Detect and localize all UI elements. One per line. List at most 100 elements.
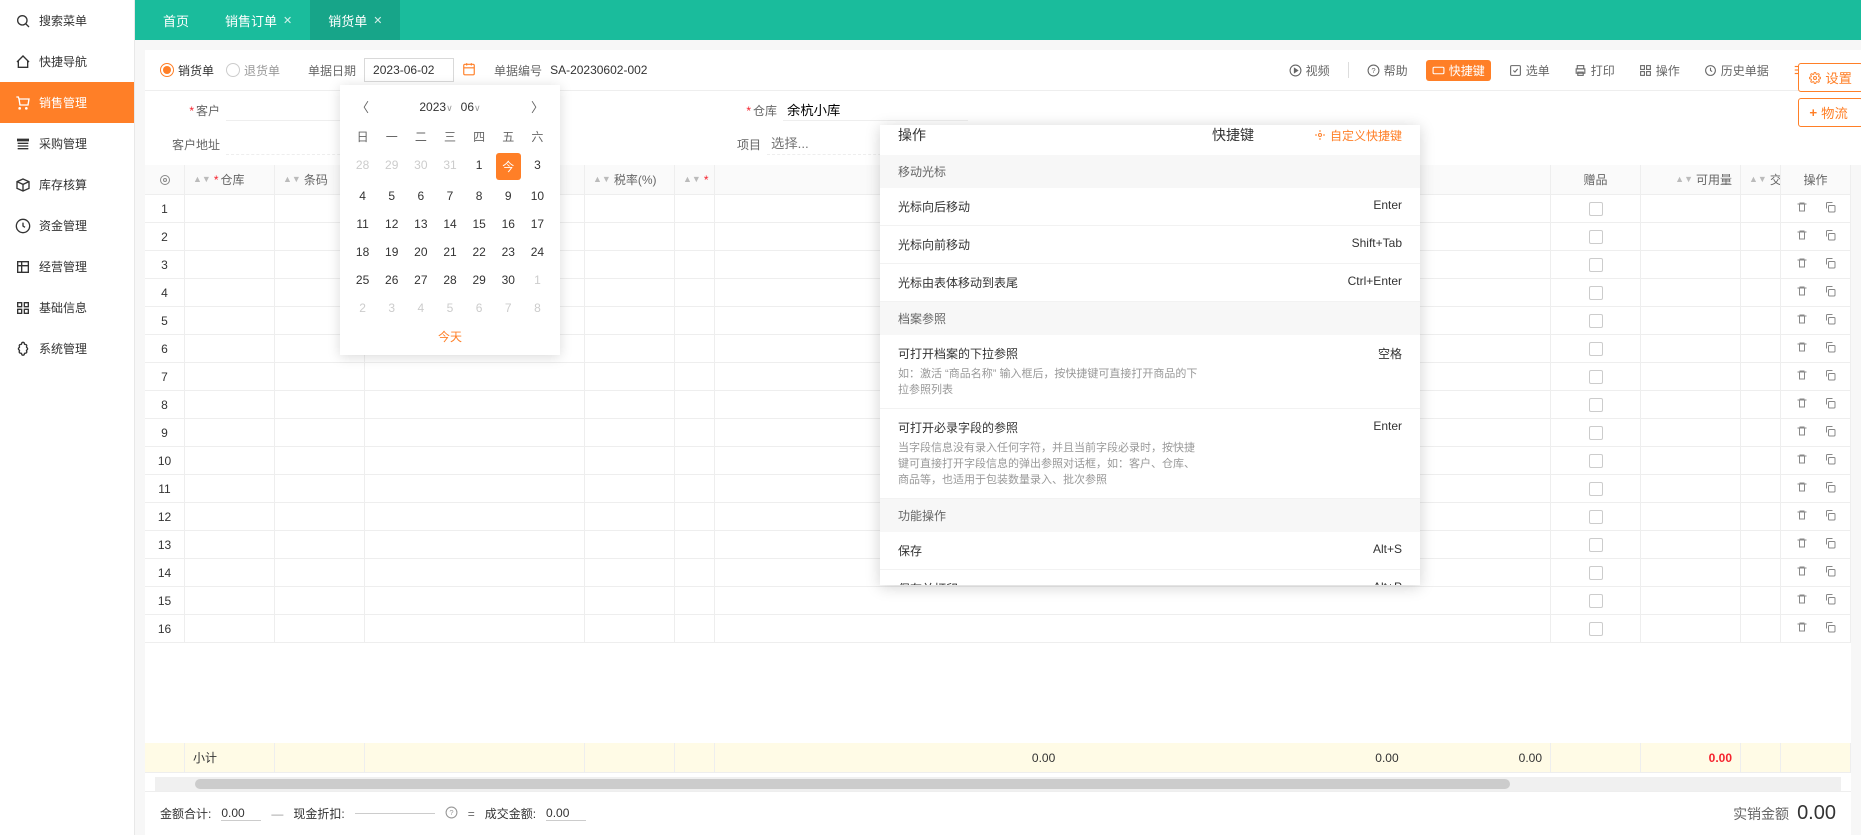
- checkbox[interactable]: [1589, 566, 1603, 580]
- cal-day[interactable]: 20: [408, 240, 433, 264]
- delete-icon[interactable]: [1792, 229, 1812, 244]
- sidebar-item-3[interactable]: 采购管理: [0, 123, 134, 164]
- copy-icon[interactable]: [1820, 257, 1840, 272]
- radio-return[interactable]: 退货单: [226, 62, 280, 79]
- copy-icon[interactable]: [1820, 341, 1840, 356]
- checkbox[interactable]: [1589, 398, 1603, 412]
- copy-icon[interactable]: [1820, 537, 1840, 552]
- sidebar-item-8[interactable]: 系统管理: [0, 328, 134, 369]
- print-button[interactable]: 打印: [1568, 60, 1621, 81]
- cal-day[interactable]: 9: [496, 184, 521, 208]
- delete-icon[interactable]: [1792, 621, 1812, 636]
- cal-day[interactable]: 23: [496, 240, 521, 264]
- delete-icon[interactable]: [1792, 537, 1812, 552]
- delete-icon[interactable]: [1792, 201, 1812, 216]
- cal-day[interactable]: 15: [467, 212, 492, 236]
- cal-day[interactable]: 30: [496, 268, 521, 292]
- tab-0[interactable]: 首页: [145, 0, 207, 40]
- delete-icon[interactable]: [1792, 425, 1812, 440]
- cal-day[interactable]: 17: [525, 212, 550, 236]
- cal-day[interactable]: 今: [496, 153, 521, 180]
- cal-day[interactable]: 3: [525, 153, 550, 180]
- shortcut-button[interactable]: 快捷键: [1426, 60, 1491, 81]
- delete-icon[interactable]: [1792, 313, 1812, 328]
- cal-day[interactable]: 31: [437, 153, 462, 180]
- logistics-button[interactable]: +物流: [1798, 98, 1861, 127]
- copy-icon[interactable]: [1820, 369, 1840, 384]
- sidebar-item-2[interactable]: 销售管理: [0, 82, 134, 123]
- h-scrollbar[interactable]: [155, 777, 1841, 791]
- checkbox[interactable]: [1589, 454, 1603, 468]
- copy-icon[interactable]: [1820, 481, 1840, 496]
- cal-day[interactable]: 16: [496, 212, 521, 236]
- sidebar-item-5[interactable]: 资金管理: [0, 205, 134, 246]
- cal-day[interactable]: 2: [350, 296, 375, 320]
- col-tax[interactable]: ▲▼税率(%): [585, 165, 675, 194]
- cal-day[interactable]: 4: [350, 184, 375, 208]
- delete-icon[interactable]: [1792, 257, 1812, 272]
- checkbox[interactable]: [1589, 258, 1603, 272]
- help-button[interactable]: ? 帮助: [1361, 60, 1414, 81]
- checkbox[interactable]: [1589, 342, 1603, 356]
- cal-day[interactable]: 18: [350, 240, 375, 264]
- cal-day[interactable]: 25: [350, 268, 375, 292]
- copy-icon[interactable]: [1820, 453, 1840, 468]
- video-button[interactable]: 视频: [1283, 60, 1336, 81]
- sidebar-item-7[interactable]: 基础信息: [0, 287, 134, 328]
- checkbox[interactable]: [1589, 538, 1603, 552]
- delete-icon[interactable]: [1792, 593, 1812, 608]
- cal-day[interactable]: 8: [467, 184, 492, 208]
- checkbox[interactable]: [1589, 202, 1603, 216]
- copy-icon[interactable]: [1820, 397, 1840, 412]
- cal-day[interactable]: 11: [350, 212, 375, 236]
- cal-day[interactable]: 22: [467, 240, 492, 264]
- checkbox[interactable]: [1589, 510, 1603, 524]
- cal-day[interactable]: 24: [525, 240, 550, 264]
- cal-day[interactable]: 14: [437, 212, 462, 236]
- checkbox[interactable]: [1589, 594, 1603, 608]
- cal-day[interactable]: 28: [437, 268, 462, 292]
- col-req1[interactable]: ▲▼*: [675, 165, 715, 194]
- history-button[interactable]: 历史单据: [1698, 60, 1775, 81]
- copy-icon[interactable]: [1820, 425, 1840, 440]
- cal-day[interactable]: 13: [408, 212, 433, 236]
- cal-day[interactable]: 21: [437, 240, 462, 264]
- settings-button[interactable]: 设置: [1798, 63, 1861, 92]
- cal-day[interactable]: 5: [437, 296, 462, 320]
- cal-day[interactable]: 7: [437, 184, 462, 208]
- warehouse-input[interactable]: [783, 99, 968, 121]
- cal-day[interactable]: 1: [525, 268, 550, 292]
- checkbox[interactable]: [1589, 622, 1603, 636]
- copy-icon[interactable]: [1820, 593, 1840, 608]
- cal-day[interactable]: 5: [379, 184, 404, 208]
- col-gear[interactable]: [145, 165, 185, 194]
- col-avail[interactable]: ▲▼可用量: [1641, 165, 1741, 194]
- cal-day[interactable]: 1: [467, 153, 492, 180]
- cal-prev-icon[interactable]: 〈: [350, 97, 375, 116]
- sidebar-item-1[interactable]: 快捷导航: [0, 41, 134, 82]
- cal-next-icon[interactable]: 〉: [525, 97, 550, 116]
- checkbox[interactable]: [1589, 370, 1603, 384]
- delete-icon[interactable]: [1792, 341, 1812, 356]
- col-warehouse[interactable]: ▲▼*仓库: [185, 165, 275, 194]
- delete-icon[interactable]: [1792, 397, 1812, 412]
- cal-day[interactable]: 6: [467, 296, 492, 320]
- tab-1[interactable]: 销售订单✕: [207, 0, 310, 40]
- checkbox[interactable]: [1589, 426, 1603, 440]
- cal-day[interactable]: 29: [467, 268, 492, 292]
- help-icon[interactable]: ?: [445, 806, 458, 822]
- checkbox[interactable]: [1589, 230, 1603, 244]
- cal-day[interactable]: 8: [525, 296, 550, 320]
- doc-date-input[interactable]: 2023-06-02: [364, 58, 454, 82]
- cal-month[interactable]: 06∨: [461, 100, 481, 114]
- sidebar-item-4[interactable]: 库存核算: [0, 164, 134, 205]
- cal-day[interactable]: 29: [379, 153, 404, 180]
- cal-day[interactable]: 26: [379, 268, 404, 292]
- checkbox[interactable]: [1589, 314, 1603, 328]
- cal-day[interactable]: 12: [379, 212, 404, 236]
- cal-day[interactable]: 6: [408, 184, 433, 208]
- select-button[interactable]: 选单: [1503, 60, 1556, 81]
- radio-sale[interactable]: 销货单: [160, 62, 214, 79]
- delete-icon[interactable]: [1792, 481, 1812, 496]
- checkbox[interactable]: [1589, 286, 1603, 300]
